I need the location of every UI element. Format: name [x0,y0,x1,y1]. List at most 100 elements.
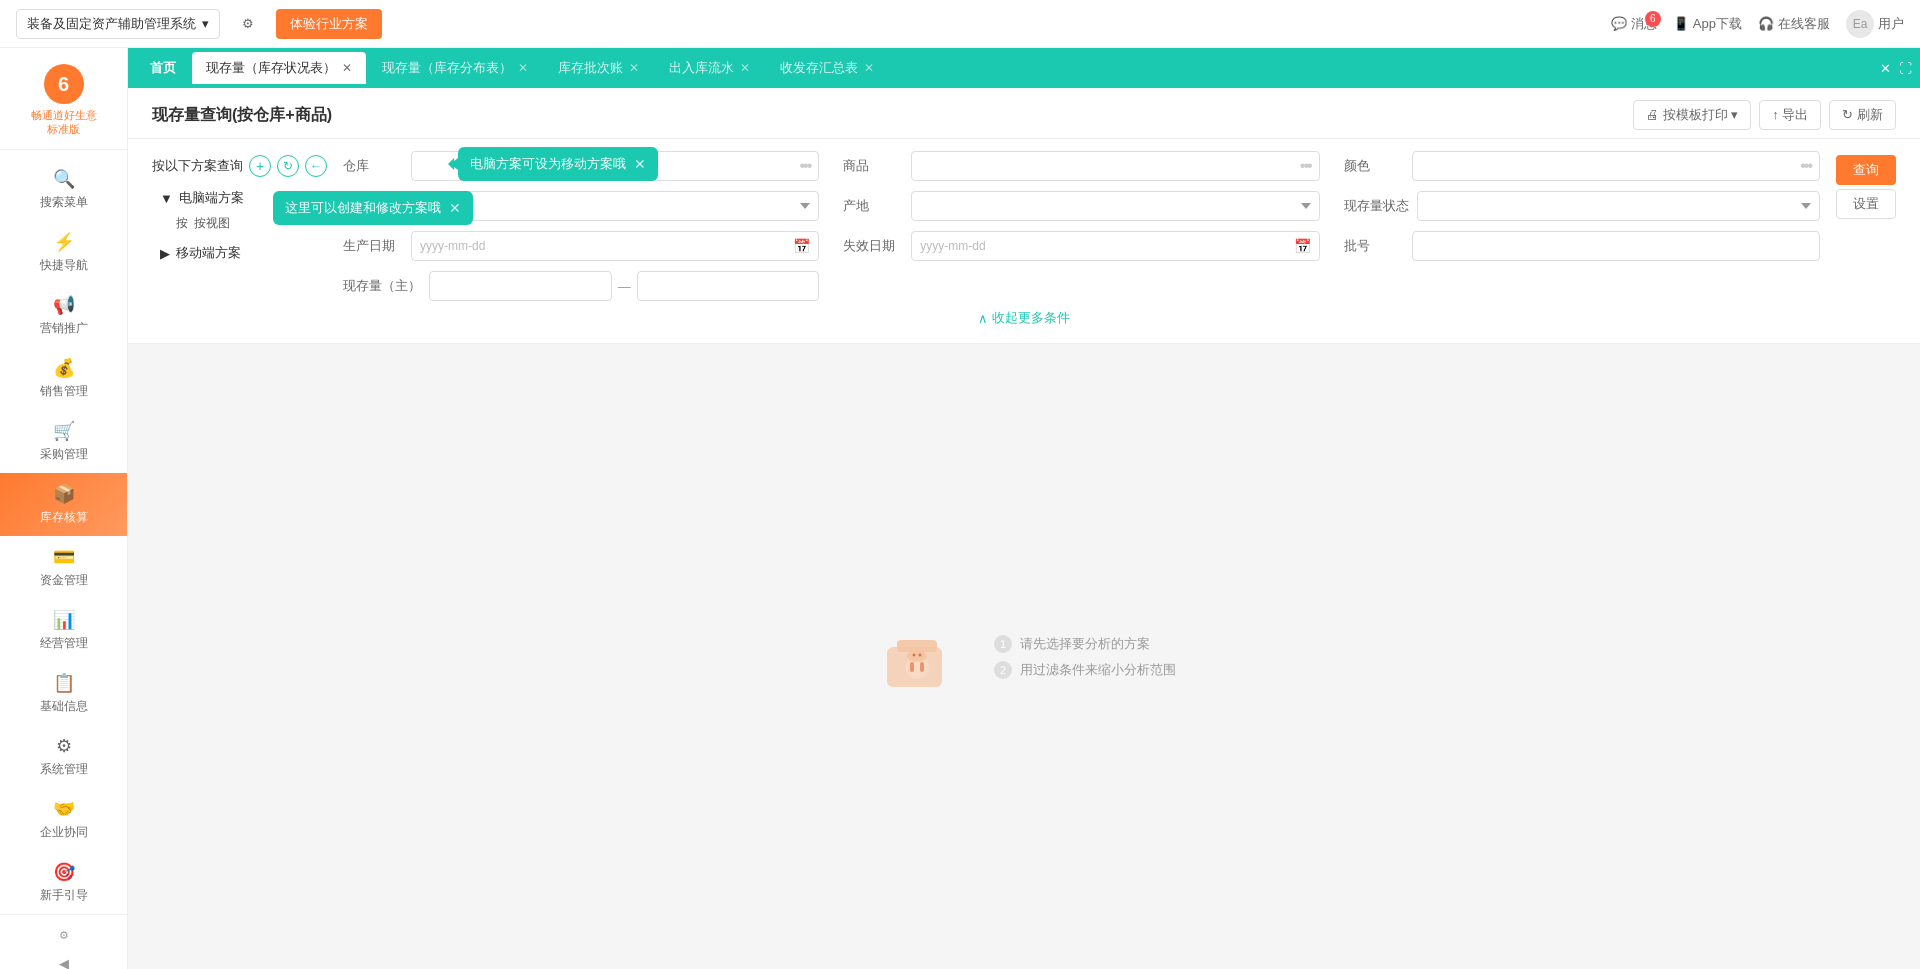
export-button[interactable]: ↑ 导出 [1759,100,1821,130]
sidebar-item-inventory[interactable]: 📦 库存核算 [0,473,127,536]
sidebar-item-marketing[interactable]: 📢 营销推广 [0,284,127,347]
product-input[interactable]: ••• [911,151,1319,181]
tooltip2: 这里可以创建和修改方案哦 ✕ [273,191,473,225]
stock-qty-max-input[interactable] [637,271,820,301]
sidebar-bottom: ⚙ ◀ [0,914,127,969]
sidebar-item-purchase[interactable]: 🛒 采购管理 [0,410,127,473]
tab-batch-account-close[interactable]: ✕ [629,61,639,75]
sidebar-item-search-menu[interactable]: 🔍 搜索菜单 [0,158,127,221]
page-actions: 🖨 按模板打印 ▾ ↑ 导出 ↻ 刷新 [1633,100,1896,130]
svg-point-5 [907,650,927,662]
print-icon: 🖨 [1646,107,1663,122]
scheme-mobile-arrow: ▶ [160,246,170,261]
stock-qty-field: 现存量（主） — [343,271,819,301]
finance-icon: 💳 [53,546,75,568]
tab-inventory-status-label: 现存量（库存状况表） [206,59,336,77]
collapse-sidebar-button[interactable]: ◀ [55,952,73,969]
settings-bottom-button[interactable]: ⚙ [59,923,69,948]
sales-icon: 💰 [53,357,75,379]
marketing-icon: 📢 [53,294,75,316]
tab-recv-summary[interactable]: 收发存汇总表 ✕ [766,52,888,84]
refresh-button[interactable]: ↻ 刷新 [1829,100,1896,130]
expire-date-input[interactable]: yyyy-mm-dd 📅 [911,231,1319,261]
sidebar-item-label-guide: 新手引导 [40,887,88,904]
svg-rect-4 [920,662,924,672]
sidebar-item-operation[interactable]: 📊 经营管理 [0,599,127,662]
online-support-button[interactable]: 🎧 在线客服 [1758,15,1830,33]
tab-inout-flow[interactable]: 出入库流水 ✕ [655,52,764,84]
trial-button[interactable]: 体验行业方案 [276,9,382,39]
collapse-icon: ◀ [59,956,69,969]
sidebar-item-label-system: 系统管理 [40,761,88,778]
scheme-view-label: 按视图 [194,215,230,232]
sidebar-item-basic-info[interactable]: 📋 基础信息 [0,662,127,725]
tab-close-all-icon[interactable]: ✕ [1880,61,1891,76]
sidebar-item-finance[interactable]: 💳 资金管理 [0,536,127,599]
main-content: 1 请先选择要分析的方案 2 用过滤条件来缩小分析范围 [128,344,1920,969]
color-input[interactable]: ••• [1412,151,1820,181]
app-download-button[interactable]: 📱 App下载 [1673,15,1742,33]
product-field: 商品 ••• [843,151,1319,181]
svg-point-7 [919,653,922,656]
page-title: 现存量查询(按仓库+商品) [152,105,332,126]
stock-qty-min-input[interactable] [429,271,612,301]
search-button[interactable]: 查询 [1836,155,1896,185]
purchase-icon: 🛒 [53,420,75,442]
online-support-label: 在线客服 [1778,15,1830,33]
product-dots-icon: ••• [1300,157,1311,175]
system-name-label: 装备及固定资产辅助管理系统 [27,15,196,33]
refresh-scheme-button[interactable]: ↻ [277,155,299,177]
sidebar-item-enterprise[interactable]: 🤝 企业协同 [0,788,127,851]
empty-illustration [872,612,962,702]
empty-tip: 1 请先选择要分析的方案 2 用过滤条件来缩小分析范围 [994,635,1176,679]
top-bar: 装备及固定资产辅助管理系统 ▾ ⚙ 体验行业方案 💬 消息 6 📱 App下载 … [0,0,1920,48]
tab-inventory-dist-close[interactable]: ✕ [518,61,528,75]
origin-select[interactable] [911,191,1319,221]
logo-sub: 标准版 [31,122,97,136]
produce-date-input[interactable]: yyyy-mm-dd 📅 [411,231,819,261]
tooltip2-close-button[interactable]: ✕ [449,200,461,216]
stock-status-select[interactable] [1417,191,1820,221]
basic-info-icon: 📋 [53,672,75,694]
avatar: Ea [1846,10,1874,38]
tooltip1-close-button[interactable]: ✕ [634,156,646,172]
sidebar-item-label-sales: 销售管理 [40,383,88,400]
sidebar-item-system[interactable]: ⚙ 系统管理 [0,725,127,788]
tab-inventory-status-close[interactable]: ✕ [342,61,352,75]
empty-state: 1 请先选择要分析的方案 2 用过滤条件来缩小分析范围 [872,612,1176,702]
scheme-desktop-label: 电脑端方案 [179,189,244,207]
reset-button[interactable]: 设置 [1836,189,1896,219]
message-button[interactable]: 💬 消息 6 [1611,15,1657,33]
tab-home[interactable]: 首页 [136,52,190,84]
tooltip1-text: 电脑方案可设为移动方案哦 [470,155,626,173]
produce-date-placeholder: yyyy-mm-dd [420,239,485,253]
tab-fullscreen-icon[interactable]: ⛶ [1899,61,1912,76]
print-button[interactable]: 🖨 按模板打印 ▾ [1633,100,1751,130]
add-scheme-button[interactable]: + [249,155,271,177]
tab-inventory-dist-label: 现存量（库存分布表） [382,59,512,77]
sidebar-item-guide[interactable]: 🎯 新手引导 [0,851,127,914]
scheme-mobile-label: 移动端方案 [176,244,241,262]
batch-no-input[interactable] [1412,231,1820,261]
sidebar-item-quick-nav[interactable]: ⚡ 快捷导航 [0,221,127,284]
tab-bar: 首页 现存量（库存状况表） ✕ 现存量（库存分布表） ✕ 库存批次账 ✕ 出入库… [128,48,1920,88]
back-scheme-button[interactable]: ← [305,155,327,177]
tab-inventory-dist[interactable]: 现存量（库存分布表） ✕ [368,52,542,84]
system-selector[interactable]: 装备及固定资产辅助管理系统 ▾ [16,9,220,39]
svg-point-6 [913,653,916,656]
tab-inout-flow-close[interactable]: ✕ [740,61,750,75]
tab-inventory-status[interactable]: 现存量（库存状况表） ✕ [192,52,366,84]
origin-label: 产地 [843,197,903,215]
print-label: 按模板打印 [1663,107,1728,122]
scheme-mobile-item[interactable]: ▶ 移动端方案 [152,240,327,266]
collapse-filter-button[interactable]: ∧ 收起更多条件 [152,301,1896,331]
settings-button[interactable]: ⚙ [232,8,264,40]
guide-icon: 🎯 [53,861,75,883]
tab-recv-summary-close[interactable]: ✕ [864,61,874,75]
stock-status-field: 现存量状态 [1344,191,1820,221]
user-menu[interactable]: Ea 用户 [1846,10,1904,38]
empty-tip-2-text: 用过滤条件来缩小分析范围 [1020,661,1176,679]
tab-batch-account[interactable]: 库存批次账 ✕ [544,52,653,84]
message-icon: 💬 [1611,16,1627,31]
sidebar-item-sales[interactable]: 💰 销售管理 [0,347,127,410]
